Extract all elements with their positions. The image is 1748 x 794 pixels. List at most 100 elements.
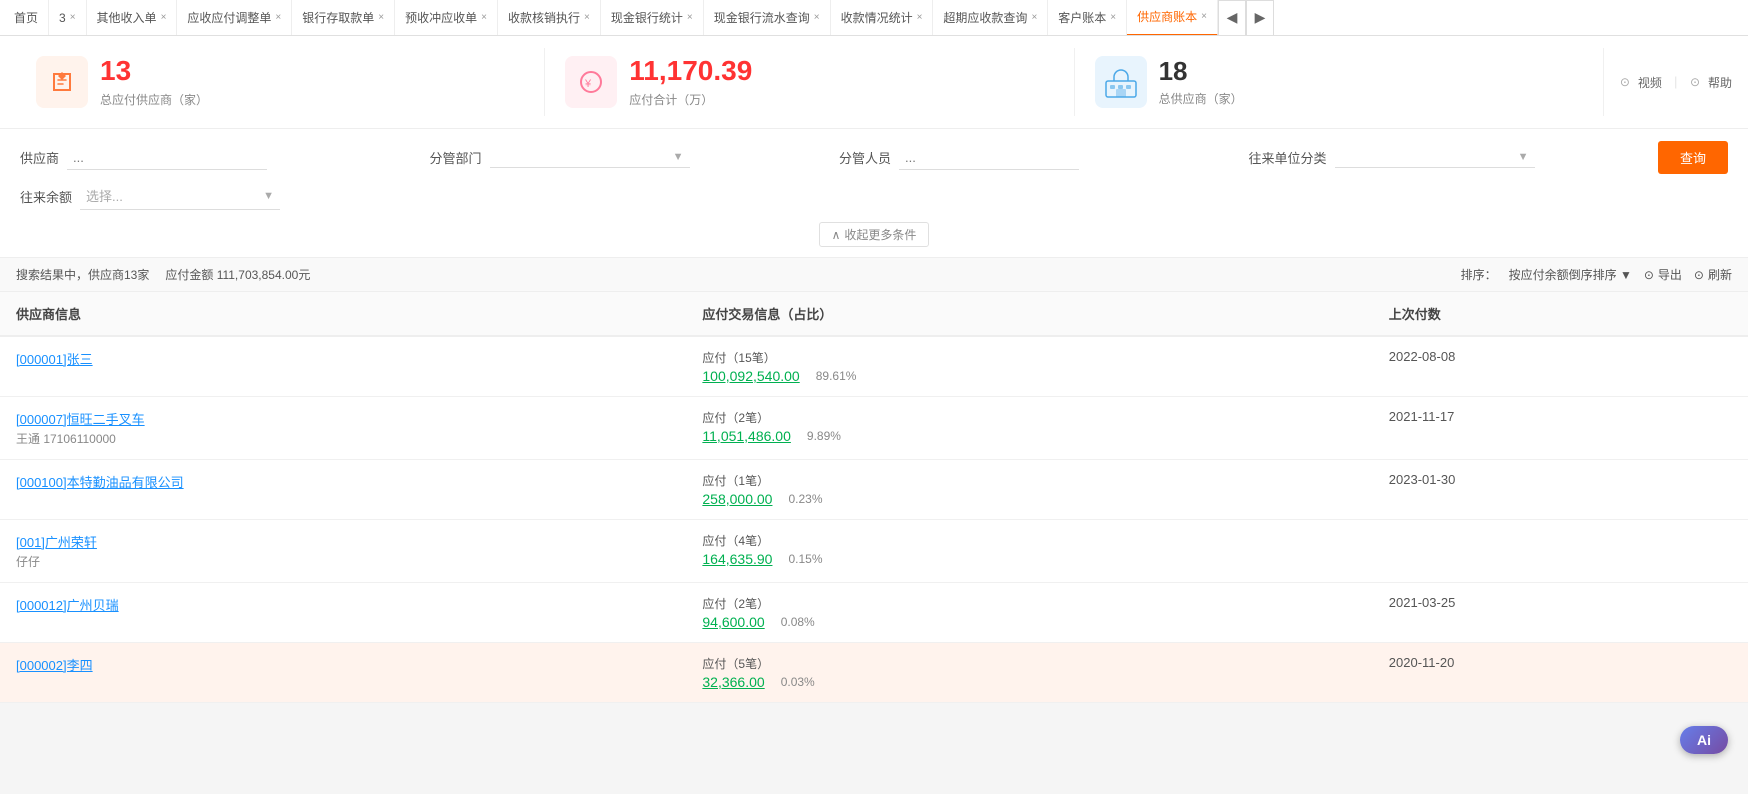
lastpay-cell-5: 2021-03-25 <box>1389 593 1732 612</box>
category-filter-select[interactable]: ▼ <box>1335 147 1535 168</box>
payable-suppliers-label: 总应付供应商（家） <box>100 91 208 108</box>
supplier-cell-1: [000001]张三 <box>16 347 702 370</box>
refresh-button[interactable]: ⊙ 刷新 <box>1694 266 1732 283</box>
nav-tab-advance-offset-label: 预收冲应收单 <box>405 9 477 26</box>
nav-tab-customer-ledger-close[interactable]: × <box>1110 12 1116 23</box>
nav-tab-other-income-close[interactable]: × <box>161 12 167 23</box>
result-supplier-count: 搜索结果中，供应商13家 <box>16 266 149 283</box>
total-payable-icon: ¥ <box>565 56 617 108</box>
payable-percent-5: 0.08% <box>781 615 815 629</box>
collapse-icon: ∧ <box>832 228 841 242</box>
supplier-link-2[interactable]: [000007]恒旺二手叉车 <box>16 409 702 428</box>
payable-amount-6[interactable]: 32,366.00 <box>702 674 764 690</box>
payable-amount-5[interactable]: 94,600.00 <box>702 614 764 630</box>
nav-tab-payment-verify-close[interactable]: × <box>584 12 590 23</box>
nav-tab-ar-ap-adjust-close[interactable]: × <box>275 12 281 23</box>
nav-tab-collection-stat-close[interactable]: × <box>917 12 923 23</box>
nav-tab-home-label: 首页 <box>14 9 38 26</box>
payable-label-5: 应付（2笔） <box>702 595 1388 612</box>
payable-row-4: 164,635.90 0.15% <box>702 549 1388 567</box>
nav-tab-advance-offset-close[interactable]: × <box>481 12 487 23</box>
supplier-link-3[interactable]: [000100]本特勤油品有限公司 <box>16 472 702 491</box>
payable-amount-2[interactable]: 11,051,486.00 <box>702 428 791 444</box>
last-pay-date-5: 2021-03-25 <box>1389 595 1732 610</box>
payable-amount-3[interactable]: 258,000.00 <box>702 491 772 507</box>
supplier-link-1[interactable]: [000001]张三 <box>16 349 702 368</box>
nav-tab-advance-offset[interactable]: 预收冲应收单 × <box>395 0 498 36</box>
summary-card-total-suppliers: 18 总供应商（家） <box>1075 48 1604 116</box>
result-bar: 搜索结果中，供应商13家 应付金额 111,703,854.00元 排序： 按应… <box>0 258 1748 292</box>
payable-percent-3: 0.23% <box>788 492 822 506</box>
payable-cell-2: 应付（2笔） 11,051,486.00 9.89% <box>702 407 1388 446</box>
sort-icon: ▼ <box>1620 268 1632 282</box>
nav-right-arrow[interactable]: ▶ <box>1246 0 1274 36</box>
supplier-link-6[interactable]: [000002]李四 <box>16 655 702 674</box>
last-pay-date-1: 2022-08-08 <box>1389 349 1732 364</box>
table-row: [000002]李四 应付（5笔） 32,366.00 0.03% 2020-1… <box>0 643 1748 703</box>
last-pay-date-2: 2021-11-17 <box>1389 409 1732 424</box>
filter-supplier: 供应商 <box>20 146 414 170</box>
payable-amount-1[interactable]: 100,092,540.00 <box>702 368 799 384</box>
filter-person: 分管人员 <box>839 146 1233 170</box>
header-payable-info: 应付交易信息（占比） <box>702 302 1388 325</box>
query-button[interactable]: 查询 <box>1658 141 1728 174</box>
payable-cell-4: 应付（4笔） 164,635.90 0.15% <box>702 530 1388 569</box>
sort-label: 排序： <box>1461 266 1497 283</box>
summary-card-payable-suppliers: 13 总应付供应商（家） <box>16 48 545 116</box>
filter-category: 往来单位分类 ▼ <box>1249 147 1643 168</box>
export-icon: ⊙ <box>1644 268 1654 282</box>
nav-tab-supplier-ledger[interactable]: 供应商账本 × <box>1127 0 1218 36</box>
nav-tab-cash-bank-query-label: 现金银行流水查询 <box>714 9 810 26</box>
collapse-button[interactable]: ∧ 收起更多条件 <box>819 222 930 247</box>
nav-tab-cash-bank-stat[interactable]: 现金银行统计 × <box>601 0 704 36</box>
nav-tab-overdue-ar-close[interactable]: × <box>1031 12 1037 23</box>
nav-tab-cash-bank-query-close[interactable]: × <box>814 12 820 23</box>
help-link[interactable]: 帮助 <box>1708 74 1732 91</box>
nav-tab-customer-ledger[interactable]: 客户账本 × <box>1048 0 1127 36</box>
balance-select-value: 选择... <box>86 186 123 205</box>
video-link[interactable]: 视频 <box>1638 74 1662 91</box>
nav-tab-bank-deposit-close[interactable]: × <box>378 12 384 23</box>
nav-tab-home[interactable]: 首页 <box>4 0 49 36</box>
nav-tab-ar-ap-adjust[interactable]: 应收应付调整单 × <box>177 0 292 36</box>
payable-amount-4[interactable]: 164,635.90 <box>702 551 772 567</box>
supplier-filter-input[interactable] <box>67 146 267 170</box>
nav-tab-payment-verify[interactable]: 收款核销执行 × <box>498 0 601 36</box>
nav-tab-other-income[interactable]: 其他收入单 × <box>87 0 178 36</box>
table-header: 供应商信息 应付交易信息（占比） 上次付数 <box>0 292 1748 337</box>
table-row: [000012]广州贝瑞 应付（2笔） 94,600.00 0.08% 2021… <box>0 583 1748 643</box>
payable-row-3: 258,000.00 0.23% <box>702 489 1388 507</box>
payable-label-6: 应付（5笔） <box>702 655 1388 672</box>
payable-label-1: 应付（15笔） <box>702 349 1388 366</box>
total-suppliers-number: 18 <box>1159 57 1243 86</box>
circle-icon: ⊙ <box>1620 75 1630 89</box>
last-pay-date-6: 2020-11-20 <box>1389 655 1732 670</box>
supplier-link-5[interactable]: [000012]广州贝瑞 <box>16 595 702 614</box>
collapse-bar: ∧ 收起更多条件 <box>20 218 1728 249</box>
person-filter-input[interactable] <box>899 146 1079 170</box>
nav-tab-3-close[interactable]: × <box>70 12 76 23</box>
payable-cell-3: 应付（1笔） 258,000.00 0.23% <box>702 470 1388 509</box>
nav-tab-collection-stat[interactable]: 收款情况统计 × <box>831 0 934 36</box>
dept-filter-select[interactable]: ▼ <box>490 147 690 168</box>
nav-tab-bank-deposit[interactable]: 银行存取款单 × <box>292 0 395 36</box>
export-button[interactable]: ⊙ 导出 <box>1644 266 1682 283</box>
supplier-link-4[interactable]: [001]广州荣轩 <box>16 532 702 551</box>
last-pay-date-3: 2023-01-30 <box>1389 472 1732 487</box>
total-suppliers-icon <box>1095 56 1147 108</box>
nav-tab-supplier-ledger-close[interactable]: × <box>1201 11 1207 22</box>
payable-suppliers-info: 13 总应付供应商（家） <box>100 56 208 108</box>
table-row: [001]广州荣轩 仔仔 应付（4笔） 164,635.90 0.15% <box>0 520 1748 583</box>
category-dropdown-icon: ▼ <box>1518 151 1529 163</box>
sort-select[interactable]: 按应付余额倒序排序 ▼ <box>1509 266 1632 283</box>
balance-filter-select[interactable]: 选择... ▼ <box>80 182 280 210</box>
nav-tab-cash-bank-query[interactable]: 现金银行流水查询 × <box>704 0 831 36</box>
nav-tab-other-income-label: 其他收入单 <box>97 9 157 26</box>
nav-tab-cash-bank-stat-close[interactable]: × <box>687 12 693 23</box>
nav-tab-3[interactable]: 3 × <box>49 0 87 36</box>
header-supplier-info: 供应商信息 <box>16 302 702 325</box>
balance-dropdown-icon: ▼ <box>263 190 274 202</box>
nav-tab-overdue-ar[interactable]: 超期应收款查询 × <box>933 0 1048 36</box>
nav-left-arrow[interactable]: ◀ <box>1218 0 1246 36</box>
ai-button[interactable]: Ai <box>1680 726 1728 754</box>
